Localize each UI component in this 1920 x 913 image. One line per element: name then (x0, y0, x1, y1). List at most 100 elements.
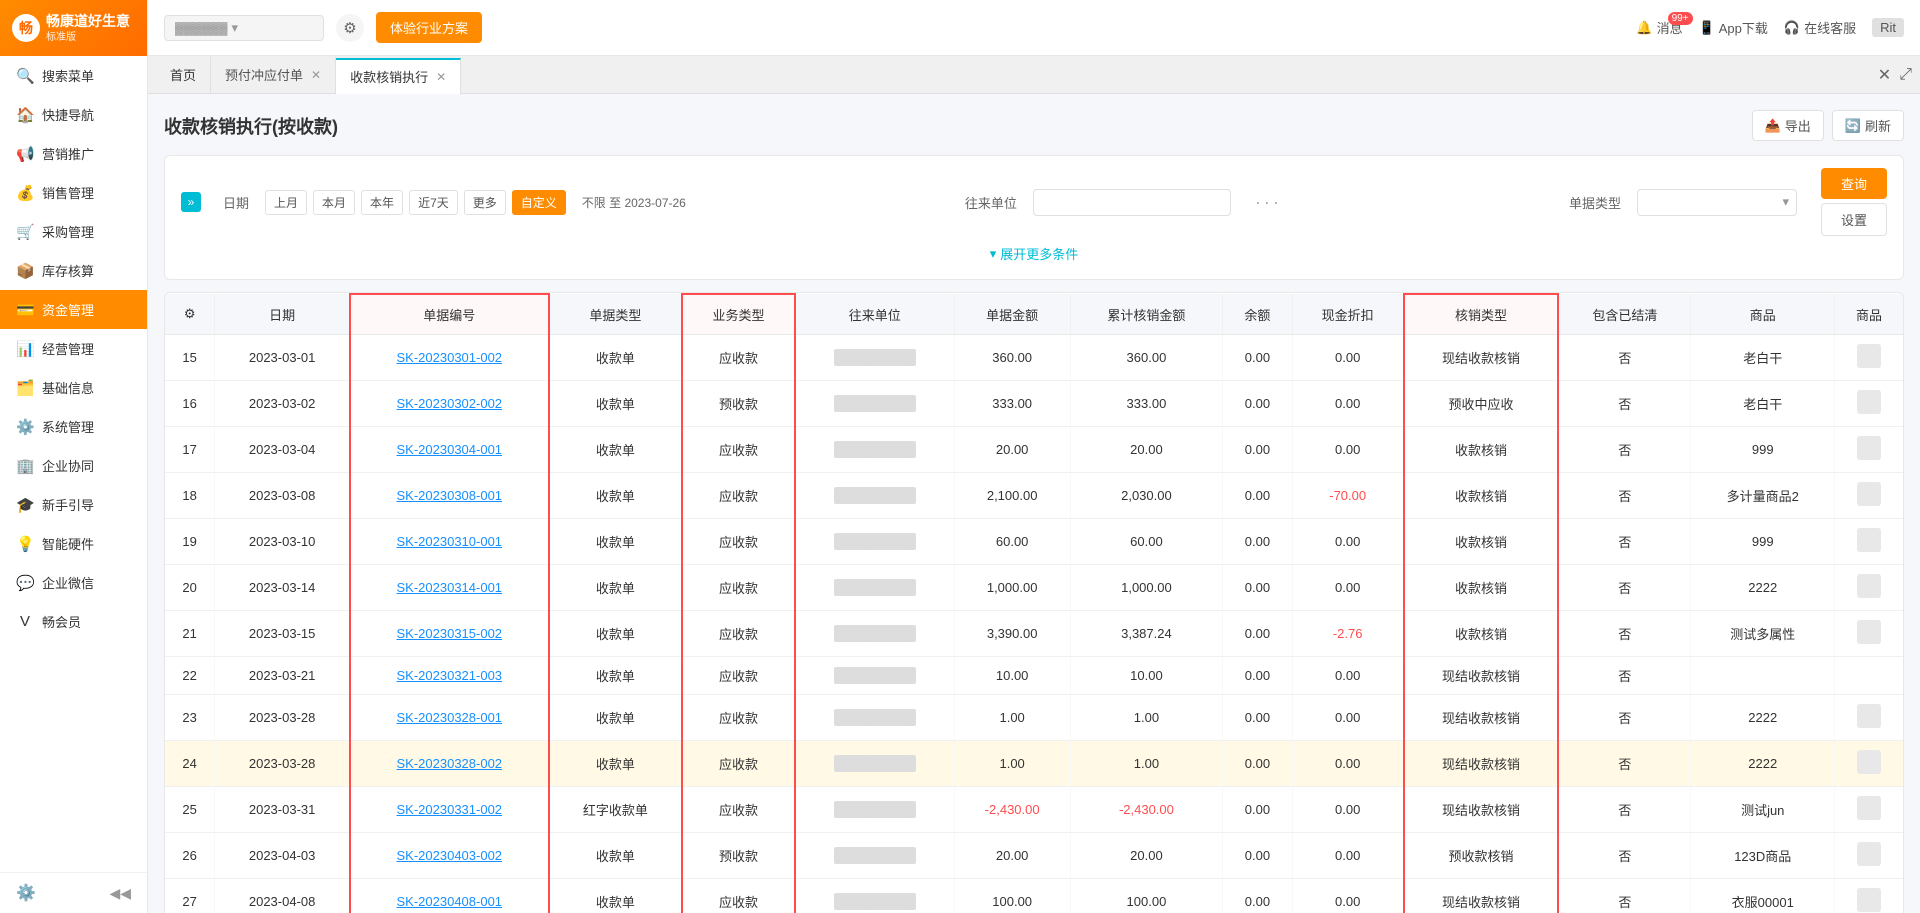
sidebar-item-system[interactable]: ⚙️系统管理 (0, 407, 147, 446)
sidebar-item-hardware[interactable]: 💡智能硬件 (0, 524, 147, 563)
order-link[interactable]: SK-20230321-003 (397, 668, 503, 683)
date-filter-label: 日期 (223, 193, 249, 212)
order-link[interactable]: SK-20230302-002 (397, 396, 503, 411)
cell-9-13 (1835, 741, 1903, 787)
sidebar-item-purchase[interactable]: 🛒采购管理 (0, 212, 147, 251)
cell-5-6: 1,000.00 (954, 565, 1070, 611)
cell-7-12 (1691, 657, 1835, 695)
workspace-selector[interactable]: ▓▓▓▓▓▓ ▾ (164, 15, 324, 41)
sidebar: 畅 畅康道好生意 标准版 🔍搜索菜单🏠快捷导航📢营销推广💰销售管理🛒采购管理📦库… (0, 0, 148, 913)
cell-11-5: ████████ (795, 833, 955, 879)
order-link[interactable]: SK-20230328-001 (397, 710, 503, 725)
user-name: Rit (1872, 18, 1904, 37)
cell-6-11: 否 (1558, 611, 1691, 657)
query-button[interactable]: 查询 (1821, 168, 1887, 199)
expand-filters-button[interactable]: ▾ 展开更多条件 (990, 244, 1079, 263)
refresh-button[interactable]: 🔄 刷新 (1832, 110, 1904, 141)
table-row: 202023-03-14SK-20230314-001收款单应收款███████… (165, 565, 1903, 611)
cell-1-6: 333.00 (954, 381, 1070, 427)
sidebar-item-wechat[interactable]: 💬企业微信 (0, 563, 147, 602)
filter-toggle-button[interactable]: » (181, 192, 201, 212)
cell-5-8: 0.00 (1223, 565, 1292, 611)
cell-2-11: 否 (1558, 427, 1691, 473)
cell-2-0: 17 (165, 427, 215, 473)
wechat-icon: 💬 (16, 574, 34, 592)
cell-7-0: 22 (165, 657, 215, 695)
filter-settings-button[interactable]: 设置 (1821, 203, 1887, 236)
order-link[interactable]: SK-20230310-001 (397, 534, 503, 549)
settings-gear-icon[interactable]: ⚙ (336, 14, 364, 42)
cell-12-8: 0.00 (1223, 879, 1292, 913)
partner-filter-input[interactable] (1033, 189, 1231, 216)
order-type-select[interactable] (1637, 189, 1797, 216)
user-avatar[interactable]: Rit (1872, 18, 1904, 37)
sidebar-item-shortcut[interactable]: 🏠快捷导航 (0, 95, 147, 134)
cell-4-7: 60.00 (1070, 519, 1223, 565)
close-all-tabs-button[interactable]: ✕ (1878, 65, 1891, 85)
table-row: 252023-03-31SK-20230331-002红字收款单应收款█████… (165, 787, 1903, 833)
tab-home[interactable]: 首页 (156, 57, 211, 93)
export-icon: 📤 (1765, 118, 1781, 134)
tab-collection[interactable]: 收款核销执行✕ (336, 58, 461, 94)
purchase-icon: 🛒 (16, 223, 34, 241)
maximize-button[interactable]: ⤢ (1899, 65, 1912, 85)
export-button[interactable]: 📤 导出 (1752, 110, 1824, 141)
cell-11-0: 26 (165, 833, 215, 879)
sidebar-logo: 畅 畅康道好生意 标准版 (0, 0, 147, 56)
cell-2-13 (1835, 427, 1903, 473)
sidebar-item-member[interactable]: V畅会员 (0, 602, 147, 641)
date-range-display: 不限 至 2023-07-26 (582, 194, 686, 211)
sidebar-item-marketing[interactable]: 📢营销推广 (0, 134, 147, 173)
order-link[interactable]: SK-20230304-001 (397, 442, 503, 457)
sidebar-item-sales[interactable]: 💰销售管理 (0, 173, 147, 212)
solution-button[interactable]: 体验行业方案 (376, 12, 482, 43)
cell-4-12: 999 (1691, 519, 1835, 565)
online-service-button[interactable]: 🎧 在线客服 (1784, 18, 1856, 37)
workspace-name: ▓▓▓▓▓▓ (175, 21, 228, 35)
order-link[interactable]: SK-20230308-001 (397, 488, 503, 503)
sidebar-item-search[interactable]: 🔍搜索菜单 (0, 56, 147, 95)
tab-close-receivables[interactable]: ✕ (311, 68, 321, 82)
cell-9-3: 收款单 (549, 741, 683, 787)
tabs-actions: ✕⤢ (1878, 65, 1912, 85)
notification-button[interactable]: 🔔 消息 99+ (1636, 18, 1682, 37)
order-link[interactable]: SK-20230408-001 (397, 894, 503, 909)
sidebar-item-finance[interactable]: 💳资金管理 (0, 290, 147, 329)
app-download-button[interactable]: 📱 App下载 (1699, 18, 1768, 37)
table-row: 182023-03-08SK-20230308-001收款单应收款███████… (165, 473, 1903, 519)
col-header-balance: 余额 (1223, 294, 1292, 335)
sidebar-item-label: 系统管理 (42, 417, 94, 436)
cell-11-3: 收款单 (549, 833, 683, 879)
sidebar-item-guide[interactable]: 🎓新手引导 (0, 485, 147, 524)
cell-1-0: 16 (165, 381, 215, 427)
order-link[interactable]: SK-20230328-002 (397, 756, 503, 771)
sidebar-item-inventory[interactable]: 📦库存核算 (0, 251, 147, 290)
cell-0-7: 360.00 (1070, 335, 1223, 381)
sidebar-item-operation[interactable]: 📊经营管理 (0, 329, 147, 368)
tab-close-collection[interactable]: ✕ (436, 70, 446, 84)
cell-1-1: 2023-03-02 (215, 381, 350, 427)
date-btn-4[interactable]: 更多 (464, 190, 506, 215)
order-link[interactable]: SK-20230315-002 (397, 626, 503, 641)
sidebar-nav: 🔍搜索菜单🏠快捷导航📢营销推广💰销售管理🛒采购管理📦库存核算💳资金管理📊经营管理… (0, 56, 147, 872)
order-link[interactable]: SK-20230403-002 (397, 848, 503, 863)
date-btn-3[interactable]: 近7天 (409, 190, 458, 215)
date-btn-2[interactable]: 本年 (361, 190, 403, 215)
sidebar-item-enterprise[interactable]: 🏢企业协同 (0, 446, 147, 485)
sidebar-item-basic[interactable]: 🗂️基础信息 (0, 368, 147, 407)
date-custom-btn[interactable]: 自定义 (512, 190, 566, 215)
marketing-icon: 📢 (16, 145, 34, 163)
order-link[interactable]: SK-20230331-002 (397, 802, 503, 817)
date-btn-1[interactable]: 本月 (313, 190, 355, 215)
main-content: ▓▓▓▓▓▓ ▾ ⚙ 体验行业方案 🔔 消息 99+ 📱 App下载 🎧 在线客… (148, 0, 1920, 913)
date-btn-0[interactable]: 上月 (265, 190, 307, 215)
tab-receivables[interactable]: 预付冲应付单✕ (211, 57, 336, 93)
order-link[interactable]: SK-20230314-001 (397, 580, 503, 595)
cell-1-5: ████████ (795, 381, 955, 427)
cell-9-4: 应收款 (682, 741, 795, 787)
sidebar-settings-icon[interactable]: ⚙️ (16, 883, 36, 903)
order-link[interactable]: SK-20230301-002 (397, 350, 503, 365)
table-scroll[interactable]: ⚙日期单据编号单据类型业务类型往来单位单据金额累计核销金额余额现金折扣核销类型包… (165, 293, 1903, 913)
cell-5-3: 收款单 (549, 565, 683, 611)
sidebar-collapse-icon[interactable]: ◀◀ (109, 885, 131, 902)
